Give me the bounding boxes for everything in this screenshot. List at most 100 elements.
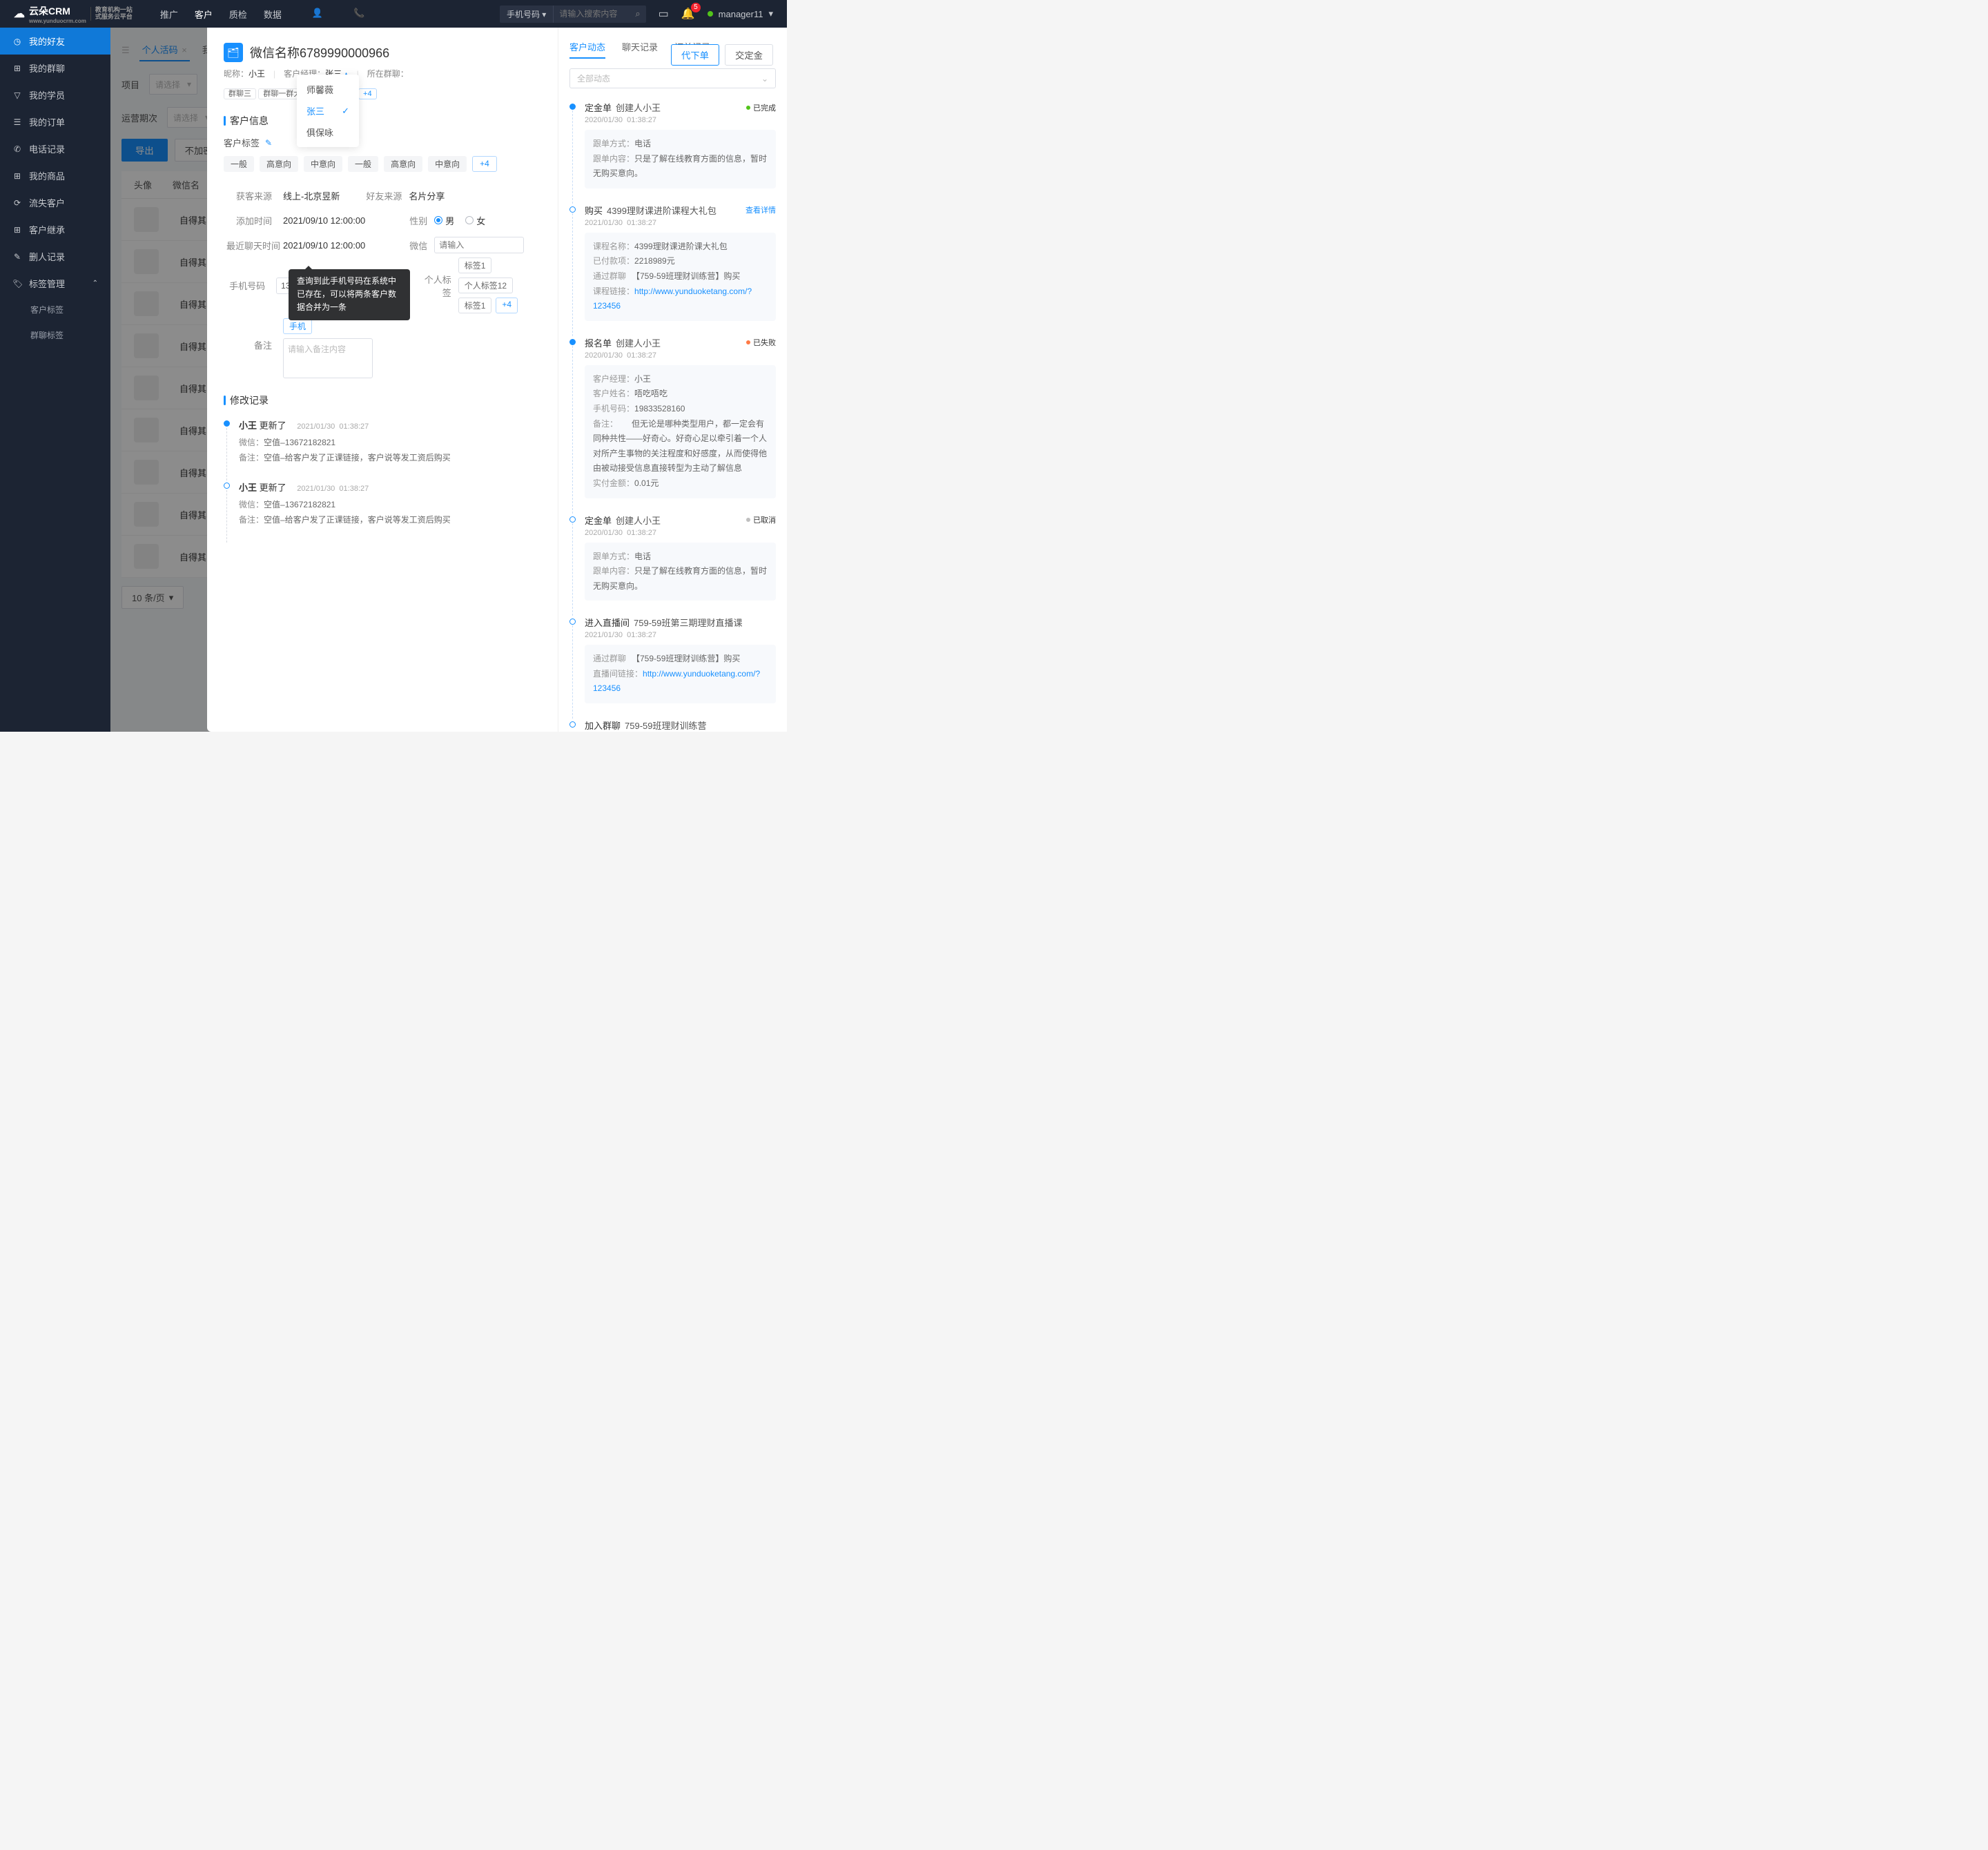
timeline-sub: 创建人小王 (616, 336, 661, 349)
sidebar-item-label: 流失客户 (29, 196, 65, 209)
filter-dynamics-select[interactable]: 全部动态⌄ (569, 68, 776, 88)
ptag-more[interactable]: +4 (496, 298, 518, 313)
group-more-chip[interactable]: +4 (358, 88, 377, 99)
timeline-sub: 创建人小王 (616, 514, 661, 527)
timeline-sub: 759-59班理财训练营 (625, 719, 706, 732)
timeline-time: 2020/01/30 01:38:27 (585, 529, 776, 537)
search-type-select[interactable]: 手机号码 ▾ (500, 6, 554, 23)
sidebar-item[interactable]: ☰我的订单 (0, 108, 110, 135)
nav-item[interactable]: 质检 (229, 8, 247, 21)
username: manager11 (719, 9, 763, 19)
sidebar-item[interactable]: ✎ 删人记录 (0, 243, 110, 270)
ptag-chip-1[interactable]: 标签1 (458, 257, 492, 273)
dropdown-option[interactable]: 俱保咏 (297, 121, 359, 143)
customer-tag[interactable]: 高意向 (384, 156, 422, 172)
timeline-title: 加入群聊 (585, 719, 621, 732)
pay-deposit-button[interactable]: 交定金 (725, 44, 773, 66)
sidebar-icon: ▽ (12, 90, 22, 100)
sidebar-item-label: 删人记录 (29, 250, 65, 263)
search-input[interactable] (554, 6, 630, 21)
ptag-chip-12[interactable]: 个人标签12 (458, 278, 513, 293)
sidebar-icon: ⟳ (12, 198, 22, 208)
dropdown-option[interactable]: 师馨薇 (297, 79, 359, 100)
phone-chip[interactable]: 手机 (283, 318, 312, 334)
chevron-up-icon: ⌃ (92, 280, 98, 287)
sidebar-icon: ◷ (12, 37, 22, 46)
customer-tag[interactable]: 中意向 (304, 156, 342, 172)
customer-tag[interactable]: 一般 (348, 156, 378, 172)
sidebar-item-label: 电话记录 (29, 142, 65, 155)
phone-icon[interactable]: 📞 (353, 8, 364, 21)
grp-label: 所在群聊： (367, 68, 409, 79)
mobile-icon[interactable]: ▭ (659, 7, 669, 21)
timeline-item: 购买 4399理财课进阶课程大礼包查看详情2021/01/30 01:38:27… (569, 204, 776, 336)
status-badge: 已完成 (746, 102, 776, 113)
customer-tag[interactable]: 中意向 (428, 156, 467, 172)
sidebar-item[interactable]: ⊞客户继承 (0, 216, 110, 243)
sidebar-icon: ⊞ (12, 64, 22, 73)
sidebar-item[interactable]: ⊞我的商品 (0, 162, 110, 189)
gender-female-radio[interactable]: 女 (465, 214, 485, 227)
sidebar-icon: ✎ (12, 252, 22, 262)
timeline-item: 进入直播间 759-59班第三期理财直播课2021/01/30 01:38:27… (569, 616, 776, 719)
sidebar-item[interactable]: ◷ 我的好友 (0, 28, 110, 55)
note-label: 备注 (224, 338, 272, 351)
add-time-label: 添加时间 (224, 214, 272, 227)
sidebar-item[interactable]: ⊞我的群聊 (0, 55, 110, 81)
sidebar-item[interactable]: ⟳ 流失客户 (0, 189, 110, 216)
sidebar-item-label: 我的好友 (29, 35, 65, 48)
timeline-dot-icon (224, 420, 230, 427)
nav-item[interactable]: 数据 (264, 8, 282, 21)
view-detail-link[interactable]: 查看详情 (746, 204, 776, 215)
wechat-input[interactable] (434, 237, 524, 253)
note-textarea[interactable]: 请输入备注内容 (283, 338, 373, 378)
logo: ☁ 云朵CRM www.yunduocrm.com 教育机构一站 式服务云平台 (14, 4, 133, 24)
timeline-title: 定金单 (585, 101, 612, 114)
timeline-time: 2021/01/30 01:38:27 (585, 219, 776, 227)
logo-text: 云朵CRM (29, 4, 86, 18)
search-icon[interactable]: ⌕ (630, 8, 645, 19)
timeline-card: 客户经理：小王客户姓名：唔吃唔吃手机号码：19833528160备注：但无论是哪… (585, 365, 776, 498)
timeline-dot-icon (569, 721, 576, 728)
dropdown-option[interactable]: 张三✓ (297, 100, 359, 121)
customer-tag[interactable]: 一般 (224, 156, 254, 172)
timeline-card: 跟单方式：电话跟单内容：只是了解在线教育方面的信息，暂时无购买意向。 (585, 130, 776, 188)
group-chip[interactable]: 群聊三 (224, 88, 256, 99)
timeline-title: 购买 (585, 204, 603, 217)
sidebar-sub-item[interactable]: 客户标签 (0, 297, 110, 322)
place-order-button[interactable]: 代下单 (671, 44, 719, 66)
sidebar-item[interactable]: ▽我的学员 (0, 81, 110, 108)
last-chat-value: 2021/09/10 12:00:00 (283, 240, 365, 251)
timeline-item: 加入群聊 759-59班理财训练营2021/01/30 01:38:27入群方式… (569, 719, 776, 732)
gender-label: 性别 (386, 214, 427, 227)
user-menu[interactable]: manager11 ▾ (708, 8, 773, 19)
sidebar-sub-item[interactable]: 群聊标签 (0, 322, 110, 348)
sidebar-item[interactable]: 🏷标签管理⌃ (0, 270, 110, 297)
nav-item[interactable]: 客户 (195, 8, 213, 21)
edit-tags-icon[interactable]: ✎ (265, 138, 272, 148)
sidebar-icon: 🏷 (12, 279, 22, 289)
customer-tag[interactable]: 高意向 (260, 156, 298, 172)
friend-value: 名片分享 (409, 189, 445, 202)
tag-more[interactable]: +4 (472, 156, 497, 172)
sidebar-item[interactable]: ✆电话记录 (0, 135, 110, 162)
mod-history-item: 小王 更新了 2021/01/30 01:38:27微信：空值–13672182… (224, 418, 541, 480)
search-bar: 手机号码 ▾ ⌕ (500, 6, 646, 23)
timeline-card: 课程名称：4399理财课进阶课大礼包已付款项：2218989元通过群聊【759-… (585, 233, 776, 321)
topbar: ☁ 云朵CRM www.yunduocrm.com 教育机构一站 式服务云平台 … (0, 0, 787, 28)
check-icon: ✓ (342, 106, 349, 117)
src-value: 线上-北京昱新 (283, 189, 340, 202)
gender-male-radio[interactable]: 男 (434, 214, 454, 227)
user-icon[interactable]: 👤 (312, 8, 323, 21)
ptag-chip-1b[interactable]: 标签1 (458, 298, 492, 313)
ptag-label: 个人标签 (416, 273, 451, 299)
phone-label: 手机号码 (224, 279, 265, 292)
add-time-value: 2021/09/10 12:00:00 (283, 215, 365, 226)
right-tab[interactable]: 聊天记录 (622, 40, 658, 59)
timeline-dot-icon (569, 516, 576, 523)
right-tab[interactable]: 客户动态 (569, 40, 605, 59)
wechat-label: 微信 (386, 239, 427, 252)
sidebar-icon: ☰ (12, 117, 22, 127)
bell-icon[interactable]: 🔔5 (681, 7, 695, 21)
nav-item[interactable]: 推广 (160, 8, 178, 21)
